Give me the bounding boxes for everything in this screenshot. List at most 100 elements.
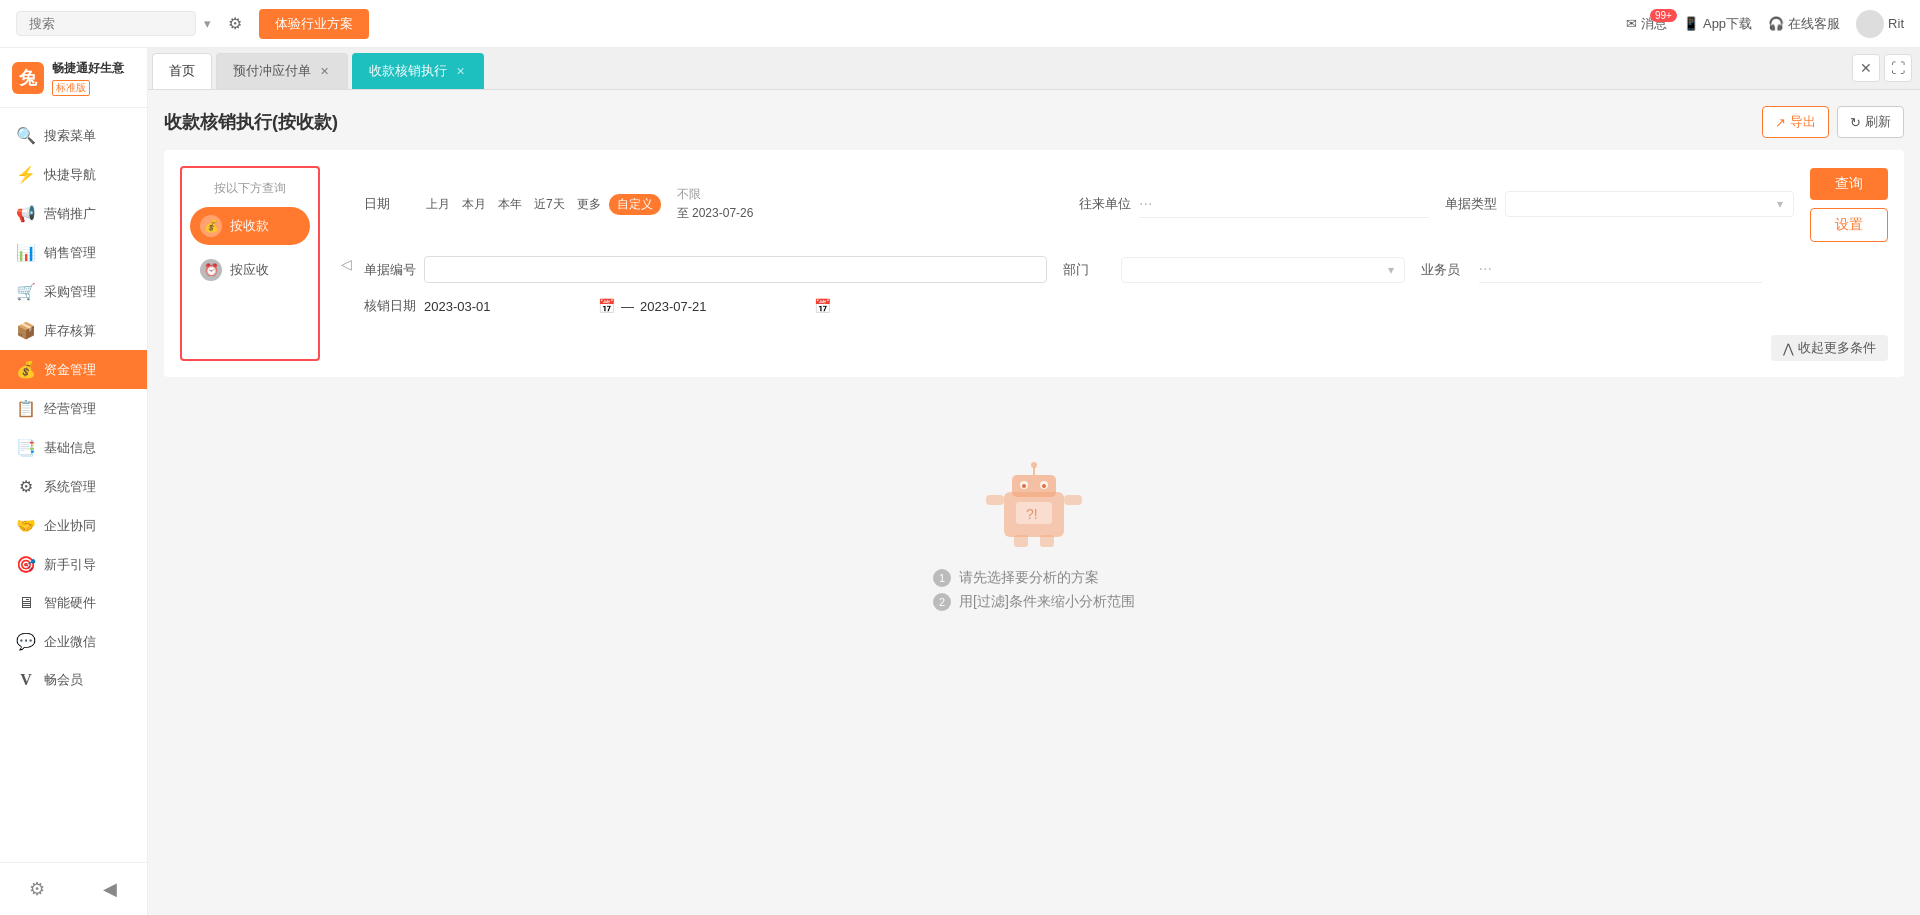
purchase-icon: 🛒 <box>16 282 36 301</box>
sidebar: 兔 畅捷通好生意 标准版 🔍 搜索菜单 ⚡ 快捷导航 📢 营销推广 📊 销售管理 <box>0 48 148 915</box>
query-button[interactable]: 查询 <box>1810 168 1888 200</box>
sidebar-item-vip[interactable]: V 畅会员 <box>0 661 147 699</box>
search-icon: 🔍 <box>16 126 36 145</box>
refresh-button[interactable]: ↻ 刷新 <box>1837 106 1904 138</box>
tab-prepay-close[interactable]: ✕ <box>317 64 331 78</box>
verify-date-start-input[interactable] <box>424 299 592 314</box>
dept-field: 部门 ▾ <box>1063 257 1405 283</box>
sidebar-item-hardware[interactable]: 🖥 智能硬件 <box>0 584 147 622</box>
date-opt-more[interactable]: 更多 <box>573 194 605 215</box>
counterpart-dots[interactable]: ··· <box>1139 195 1152 213</box>
sidebar-item-basic[interactable]: 📑 基础信息 <box>0 428 147 467</box>
svg-rect-10 <box>986 495 1004 505</box>
tab-bar: 首页 预付冲应付单 ✕ 收款核销执行 ✕ ✕ ⛶ <box>148 48 1920 90</box>
settings-button[interactable]: 设置 <box>1810 208 1888 242</box>
sidebar-item-search[interactable]: 🔍 搜索菜单 <box>0 116 147 155</box>
sidebar-item-inventory[interactable]: 📦 库存核算 <box>0 311 147 350</box>
sidebar-item-shortcuts[interactable]: ⚡ 快捷导航 <box>0 155 147 194</box>
logo-name: 畅捷通好生意 <box>52 60 124 77</box>
sidebar-label-management: 经营管理 <box>44 400 96 418</box>
marketing-icon: 📢 <box>16 204 36 223</box>
maximize-button[interactable]: ⛶ <box>1884 54 1912 82</box>
receipt-option-label: 按收款 <box>230 217 269 235</box>
service-icon: 🎧 <box>1768 16 1784 31</box>
page-title: 收款核销执行(按收款) <box>164 110 338 134</box>
export-button[interactable]: ↗ 导出 <box>1762 106 1829 138</box>
empty-hint-2: 2 用[过滤]条件来缩小分析范围 <box>933 593 1135 611</box>
doc-type-select[interactable]: ▾ <box>1505 191 1795 217</box>
date-opt-7days[interactable]: 近7天 <box>530 194 569 215</box>
date-opt-this-year[interactable]: 本年 <box>494 194 526 215</box>
collapse-sidebar-button[interactable]: ◀ <box>92 871 128 907</box>
sidebar-item-wechat[interactable]: 💬 企业微信 <box>0 622 147 661</box>
staff-dots[interactable]: ··· <box>1479 260 1492 278</box>
sidebar-item-guide[interactable]: 🎯 新手引导 <box>0 545 147 584</box>
tab-receivable-close[interactable]: ✕ <box>453 64 467 78</box>
hardware-icon: 🖥 <box>16 594 36 612</box>
staff-field: 业务员 ··· <box>1421 256 1763 283</box>
verify-date-end-input[interactable] <box>640 299 808 314</box>
inventory-icon: 📦 <box>16 321 36 340</box>
doc-type-field: 单据类型 ▾ <box>1445 191 1795 217</box>
date-opt-custom[interactable]: 自定义 <box>609 194 661 215</box>
dept-chevron: ▾ <box>1388 263 1394 277</box>
settings-bottom-button[interactable]: ⚙ <box>19 871 55 907</box>
sales-icon: 📊 <box>16 243 36 262</box>
hint-num-1: 1 <box>933 569 951 587</box>
svg-rect-1 <box>1012 475 1056 497</box>
message-button[interactable]: ✉ 消息 99+ <box>1626 15 1667 33</box>
counterpart-input-area[interactable]: ··· <box>1139 191 1429 218</box>
svg-rect-11 <box>1064 495 1082 505</box>
top-search-dropdown[interactable]: ▾ <box>204 16 211 31</box>
sidebar-label-shortcuts: 快捷导航 <box>44 166 96 184</box>
sidebar-item-sales[interactable]: 📊 销售管理 <box>0 233 147 272</box>
close-tab-button[interactable]: ✕ <box>1852 54 1880 82</box>
filter-collapse-btn[interactable]: ◁ <box>336 166 356 361</box>
staff-input-area[interactable]: ··· <box>1479 256 1763 283</box>
message-icon: ✉ <box>1626 16 1637 31</box>
date-opt-last-month[interactable]: 上月 <box>422 194 454 215</box>
tab-prepay[interactable]: 预付冲应付单 ✕ <box>216 53 348 89</box>
tab-bar-actions: ✕ ⛶ <box>1852 54 1912 82</box>
doc-type-label: 单据类型 <box>1445 195 1497 213</box>
sidebar-item-marketing[interactable]: 📢 营销推广 <box>0 194 147 233</box>
collapse-conditions-button[interactable]: ⋀ 收起更多条件 <box>1771 335 1888 361</box>
tab-prepay-label: 预付冲应付单 <box>233 62 311 80</box>
dept-select[interactable]: ▾ <box>1121 257 1405 283</box>
verify-date-start-icon[interactable]: 📅 <box>598 298 615 314</box>
refresh-label: 刷新 <box>1865 113 1891 131</box>
sidebar-item-management[interactable]: 📋 经营管理 <box>0 389 147 428</box>
date-to: 至 2023-07-26 <box>677 205 754 222</box>
top-bar: ▾ ⚙ 体验行业方案 ✉ 消息 99+ 📱 App下载 🎧 在线客服 Rit <box>0 0 1920 48</box>
doc-no-field: 单据编号 <box>364 256 1047 283</box>
wechat-icon: 💬 <box>16 632 36 651</box>
online-service-button[interactable]: 🎧 在线客服 <box>1768 15 1840 33</box>
user-info[interactable]: Rit <box>1856 10 1904 38</box>
sidebar-item-system[interactable]: ⚙ 系统管理 <box>0 467 147 506</box>
doc-no-input[interactable] <box>424 256 1047 283</box>
sidebar-logo: 兔 畅捷通好生意 标准版 <box>0 48 147 108</box>
date-opt-this-month[interactable]: 本月 <box>458 194 490 215</box>
top-gear-button[interactable]: ⚙ <box>219 8 251 40</box>
date-options: 上月 本月 本年 近7天 更多 自定义 <box>422 194 661 215</box>
sidebar-item-purchase[interactable]: 🛒 采购管理 <box>0 272 147 311</box>
verify-date-field: 核销日期 📅 — 📅 <box>364 297 1055 315</box>
sidebar-item-enterprise[interactable]: 🤝 企业协同 <box>0 506 147 545</box>
hint-text-1: 请先选择要分析的方案 <box>959 569 1099 587</box>
tab-receivable[interactable]: 收款核销执行 ✕ <box>352 53 484 89</box>
filter-option-by-receivable[interactable]: ⏰ 按应收 <box>190 251 310 289</box>
filter-option-by-receipt[interactable]: 💰 按收款 <box>190 207 310 245</box>
top-search-input[interactable] <box>16 11 196 36</box>
sidebar-item-finance[interactable]: 💰 资金管理 <box>0 350 147 389</box>
industry-solution-button[interactable]: 体验行业方案 <box>259 9 369 39</box>
filter-actions: 查询 设置 <box>1810 166 1888 242</box>
app-download-button[interactable]: 📱 App下载 <box>1683 15 1752 33</box>
refresh-icon: ↻ <box>1850 115 1861 130</box>
online-service-label: 在线客服 <box>1788 15 1840 33</box>
tab-home[interactable]: 首页 <box>152 53 212 89</box>
counterpart-field: 往来单位 ··· <box>1079 191 1429 218</box>
filter-form: 日期 上月 本月 本年 近7天 更多 自定义 不限 至 <box>364 166 1888 361</box>
sidebar-label-basic: 基础信息 <box>44 439 96 457</box>
verify-date-end-icon[interactable]: 📅 <box>814 298 831 314</box>
hint-text-2: 用[过滤]条件来缩小分析范围 <box>959 593 1135 611</box>
